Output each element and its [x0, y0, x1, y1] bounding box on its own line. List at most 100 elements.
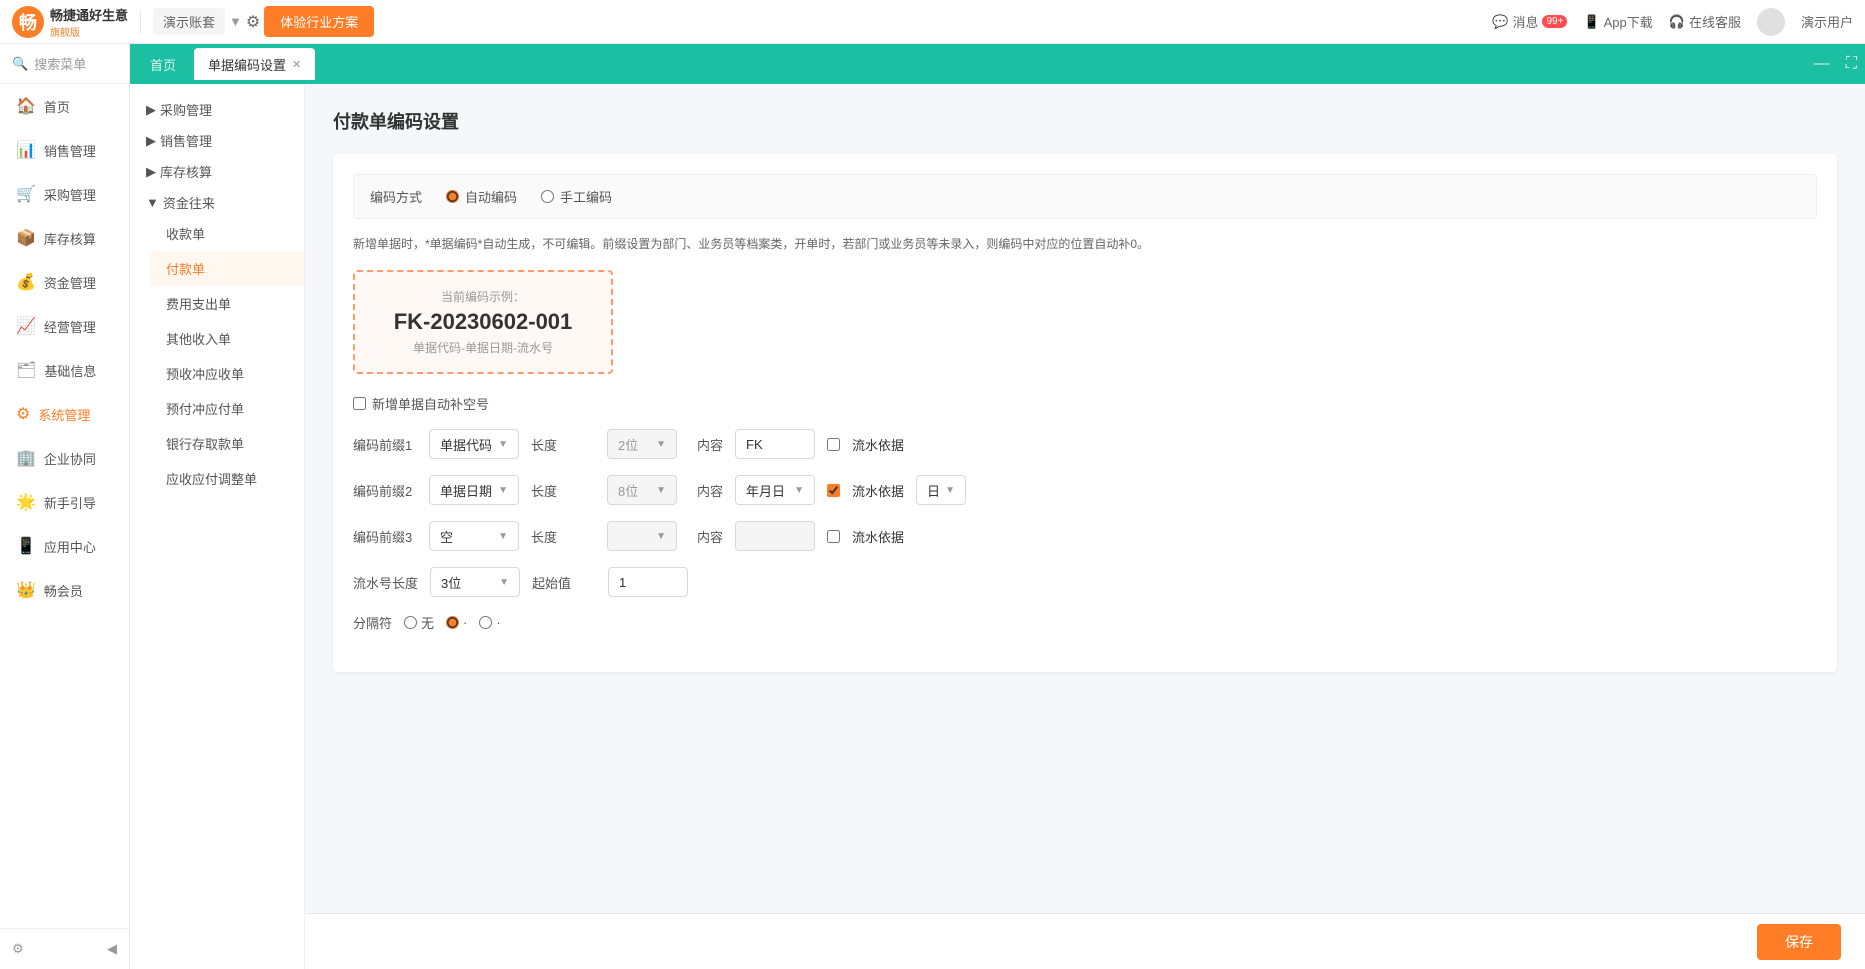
prefix2-serial-depend-checkbox[interactable]: [827, 484, 840, 497]
app-download-label: App下载: [1604, 12, 1653, 31]
tabbar-expand-icon[interactable]: ⛶: [1842, 51, 1861, 77]
manual-encode-label: 手工编码: [560, 187, 612, 206]
left-nav-adjustment-label: 应收应付调整单: [166, 469, 257, 488]
prefix1-label: 编码前缀1: [353, 435, 417, 454]
left-nav-sales-label: 销售管理: [160, 131, 212, 150]
sidebar-item-appstore[interactable]: 📱 应用中心: [0, 524, 129, 568]
left-nav-prepay-payable[interactable]: 预付冲应付单: [150, 391, 304, 426]
left-nav-sales[interactable]: ▶ 销售管理: [130, 123, 304, 154]
prefix3-serial-depend-checkbox[interactable]: [827, 530, 840, 543]
prefix2-content-select[interactable]: 年月日 ▼: [735, 475, 815, 505]
save-button[interactable]: 保存: [1757, 924, 1841, 960]
left-nav-inventory[interactable]: ▶ 库存核算: [130, 154, 304, 185]
left-nav-bank[interactable]: 银行存取款单: [150, 426, 304, 461]
prefix2-serial-depend-label: 流水依据: [852, 481, 904, 500]
auto-fill-checkbox[interactable]: [353, 397, 366, 410]
sidebar-search[interactable]: 🔍 搜索菜单: [0, 44, 129, 84]
left-nav-receipt[interactable]: 收款单: [150, 216, 304, 251]
sidebar-item-guide[interactable]: 🌟 新手引导: [0, 480, 129, 524]
online-service-item[interactable]: 🎧 在线客服: [1669, 12, 1741, 31]
auto-encode-option[interactable]: 自动编码: [446, 187, 517, 206]
save-bar: 保存: [305, 913, 1865, 969]
settings-icon[interactable]: ⚙: [246, 12, 260, 32]
separator-dot1-radio[interactable]: [446, 616, 459, 629]
sidebar-label-inventory: 库存核算: [44, 229, 96, 248]
user-avatar[interactable]: [1757, 8, 1785, 36]
prefix3-length-select[interactable]: ▼: [607, 521, 677, 551]
serial-length-value: 3位: [441, 573, 461, 592]
system-icon: ⚙: [16, 404, 30, 424]
left-nav-prepay-receivable[interactable]: 预收冲应收单: [150, 356, 304, 391]
separator-dot1-option[interactable]: ·: [446, 615, 467, 630]
preview-desc: 单据代码-单据日期-流水号: [379, 339, 587, 356]
tab-serial-setting[interactable]: 单据编码设置 ✕: [194, 48, 315, 80]
sidebar-item-fund[interactable]: 💰 资金管理: [0, 260, 129, 304]
prefix2-value: 单据日期: [440, 481, 492, 500]
prefix1-content-input[interactable]: [735, 429, 815, 459]
separator-dot2-radio[interactable]: [479, 616, 492, 629]
sidebar-label-home: 首页: [44, 97, 70, 116]
left-nav-capital-chevron: ▼: [146, 195, 159, 210]
username-label: 演示用户: [1801, 12, 1853, 31]
sidebar-label-appstore: 应用中心: [44, 537, 96, 556]
separator-none-option[interactable]: 无: [404, 613, 434, 632]
left-nav-payment-label: 付款单: [166, 259, 205, 278]
sidebar-item-sales[interactable]: 📊 销售管理: [0, 128, 129, 172]
sidebar-item-enterprise[interactable]: 🏢 企业协同: [0, 436, 129, 480]
company-chevron-icon[interactable]: ▼: [229, 14, 242, 29]
encoding-method-label: 编码方式: [370, 187, 422, 206]
prefix3-content-input[interactable]: [735, 521, 815, 551]
collapse-icon[interactable]: ◀: [107, 941, 117, 957]
prefix1-chevron-icon: ▼: [498, 439, 508, 450]
sidebar-item-basic[interactable]: 🗂 基础信息: [0, 348, 129, 392]
manual-encode-option[interactable]: 手工编码: [541, 187, 612, 206]
sidebar-item-purchase[interactable]: 🛒 采购管理: [0, 172, 129, 216]
prefix2-period-select[interactable]: 日 ▼: [916, 475, 966, 505]
prefix1-length-select[interactable]: 2位 ▼: [607, 429, 677, 459]
auto-encode-radio[interactable]: [446, 190, 459, 203]
serial-length-chevron-icon: ▼: [499, 577, 509, 588]
company-selector[interactable]: 演示账套: [153, 8, 225, 35]
tab-close-icon[interactable]: ✕: [292, 58, 301, 71]
message-item[interactable]: 💬 消息 99+: [1492, 12, 1567, 31]
left-nav-expense[interactable]: 费用支出单: [150, 286, 304, 321]
settings-bottom-icon[interactable]: ⚙: [12, 941, 24, 957]
prefix1-select[interactable]: 单据代码 ▼: [429, 429, 519, 459]
left-nav-payment[interactable]: 付款单: [150, 251, 304, 286]
left-nav-adjustment[interactable]: 应收应付调整单: [150, 461, 304, 496]
prefix2-select[interactable]: 单据日期 ▼: [429, 475, 519, 505]
serial-length-select[interactable]: 3位 ▼: [430, 567, 520, 597]
sidebar-label-basic: 基础信息: [44, 361, 96, 380]
prefix1-serial-depend-checkbox[interactable]: [827, 438, 840, 451]
prefix2-length-label: 长度: [531, 481, 595, 500]
prefix3-chevron-icon: ▼: [498, 531, 508, 542]
sidebar-label-operations: 经营管理: [44, 317, 96, 336]
brand-area: 畅捷通好生意 旗舰版: [50, 5, 128, 39]
left-nav-purchase[interactable]: ▶ 采购管理: [130, 92, 304, 123]
sidebar-item-inventory[interactable]: 📦 库存核算: [0, 216, 129, 260]
start-value-input[interactable]: [608, 567, 688, 597]
app-download-item[interactable]: 📱 App下载: [1583, 12, 1652, 31]
sidebar-item-member[interactable]: 👑 畅会员: [0, 568, 129, 612]
separator-none-radio[interactable]: [404, 616, 417, 629]
sidebar-label-member: 畅会员: [44, 581, 83, 600]
left-nav-other-income[interactable]: 其他收入单: [150, 321, 304, 356]
member-icon: 👑: [16, 580, 36, 600]
trial-button[interactable]: 体验行业方案: [264, 6, 374, 37]
prefix3-select[interactable]: 空 ▼: [429, 521, 519, 551]
prefix2-length-select[interactable]: 8位 ▼: [607, 475, 677, 505]
sidebar-item-home[interactable]: 🏠 首页: [0, 84, 129, 128]
manual-encode-radio[interactable]: [541, 190, 554, 203]
left-nav-sales-chevron: ▶: [146, 133, 156, 149]
sidebar-item-system[interactable]: ⚙ 系统管理: [0, 392, 129, 436]
tabbar-minimize-icon[interactable]: —: [1810, 51, 1834, 77]
sidebar-item-operations[interactable]: 📈 经营管理: [0, 304, 129, 348]
left-nav-capital[interactable]: ▼ 资金往来: [130, 185, 304, 216]
sidebar-label-purchase: 采购管理: [44, 185, 96, 204]
prefix2-content-value: 年月日: [746, 481, 785, 500]
topbar-divider: [140, 10, 141, 34]
tab-home[interactable]: 首页: [136, 48, 190, 80]
separator-dot2-option[interactable]: ·: [479, 615, 500, 630]
search-icon: 🔍: [12, 56, 28, 72]
prefix3-row: 编码前缀3 空 ▼ 长度 ▼ 内容: [353, 521, 1817, 551]
